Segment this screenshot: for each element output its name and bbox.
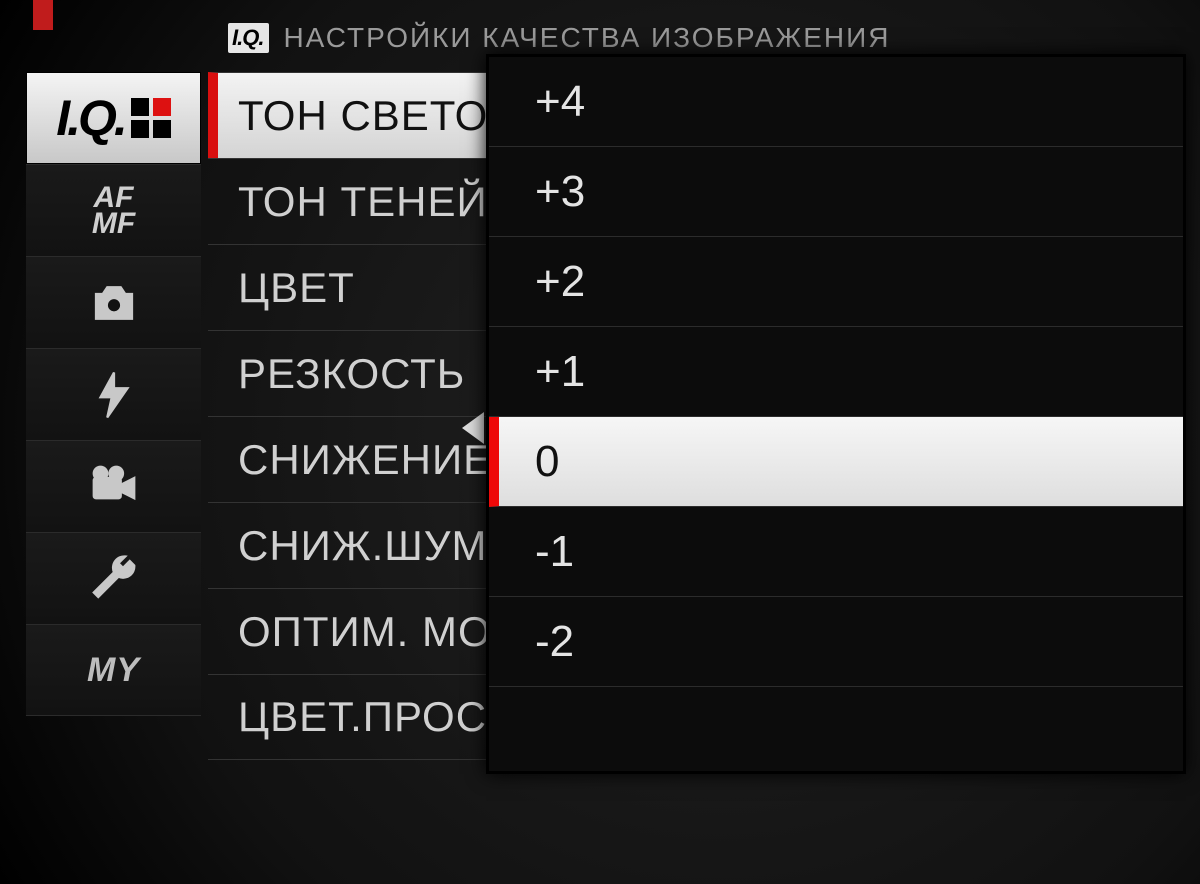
sidebar-tab-flash[interactable]: [26, 348, 201, 440]
chevron-left-icon: [462, 412, 484, 444]
value-option-selected[interactable]: 0: [489, 417, 1183, 507]
sidebar-tab-iq[interactable]: I.Q.: [26, 72, 201, 164]
value-label: +4: [535, 77, 585, 127]
sidebar-tab-shoot[interactable]: [26, 256, 201, 348]
value-label: -1: [535, 527, 574, 577]
value-option-empty: [489, 687, 1183, 777]
sidebar-tab-setup[interactable]: [26, 532, 201, 624]
sidebar-tab-afmf[interactable]: AF MF: [26, 164, 201, 256]
iq-icon: I.Q.: [56, 89, 171, 147]
value-label: +1: [535, 347, 585, 397]
video-icon: [87, 460, 141, 514]
value-label: 0: [535, 437, 559, 487]
menu-item-label: РЕЗКОСТЬ: [238, 350, 465, 398]
wrench-icon: [87, 552, 141, 606]
value-label: -2: [535, 617, 574, 667]
flash-icon: [87, 368, 141, 422]
menu-item-label: ЦВЕТ: [238, 264, 355, 312]
value-option[interactable]: -1: [489, 507, 1183, 597]
camera-icon: [87, 276, 141, 330]
page-title: НАСТРОЙКИ КАЧЕСТВА ИЗОБРАЖЕНИЯ: [283, 22, 890, 54]
my-label: MY: [87, 651, 140, 690]
iq-label: I.Q.: [56, 89, 125, 147]
page-header: I.Q. НАСТРОЙКИ КАЧЕСТВА ИЗОБРАЖЕНИЯ: [0, 18, 1200, 58]
iq-badge-icon: I.Q.: [228, 23, 269, 53]
iq-dots-icon: [131, 98, 171, 138]
sidebar-tab-my[interactable]: MY: [26, 624, 201, 716]
sidebar-tab-movie[interactable]: [26, 440, 201, 532]
value-option[interactable]: +3: [489, 147, 1183, 237]
value-picker-popup: +4 +3 +2 +1 0 -1 -2: [486, 54, 1186, 774]
afmf-icon: AF MF: [92, 185, 135, 236]
value-option[interactable]: +2: [489, 237, 1183, 327]
menu-item-label: ТОН ТЕНЕЙ: [238, 178, 488, 226]
mf-label: MF: [92, 211, 135, 237]
menu-item-label: ТОН СВЕТОВ: [238, 92, 517, 140]
value-label: +2: [535, 257, 585, 307]
value-option[interactable]: -2: [489, 597, 1183, 687]
sidebar: I.Q. AF MF MY: [26, 72, 201, 884]
value-option[interactable]: +1: [489, 327, 1183, 417]
value-label: +3: [535, 167, 585, 217]
value-option[interactable]: +4: [489, 57, 1183, 147]
